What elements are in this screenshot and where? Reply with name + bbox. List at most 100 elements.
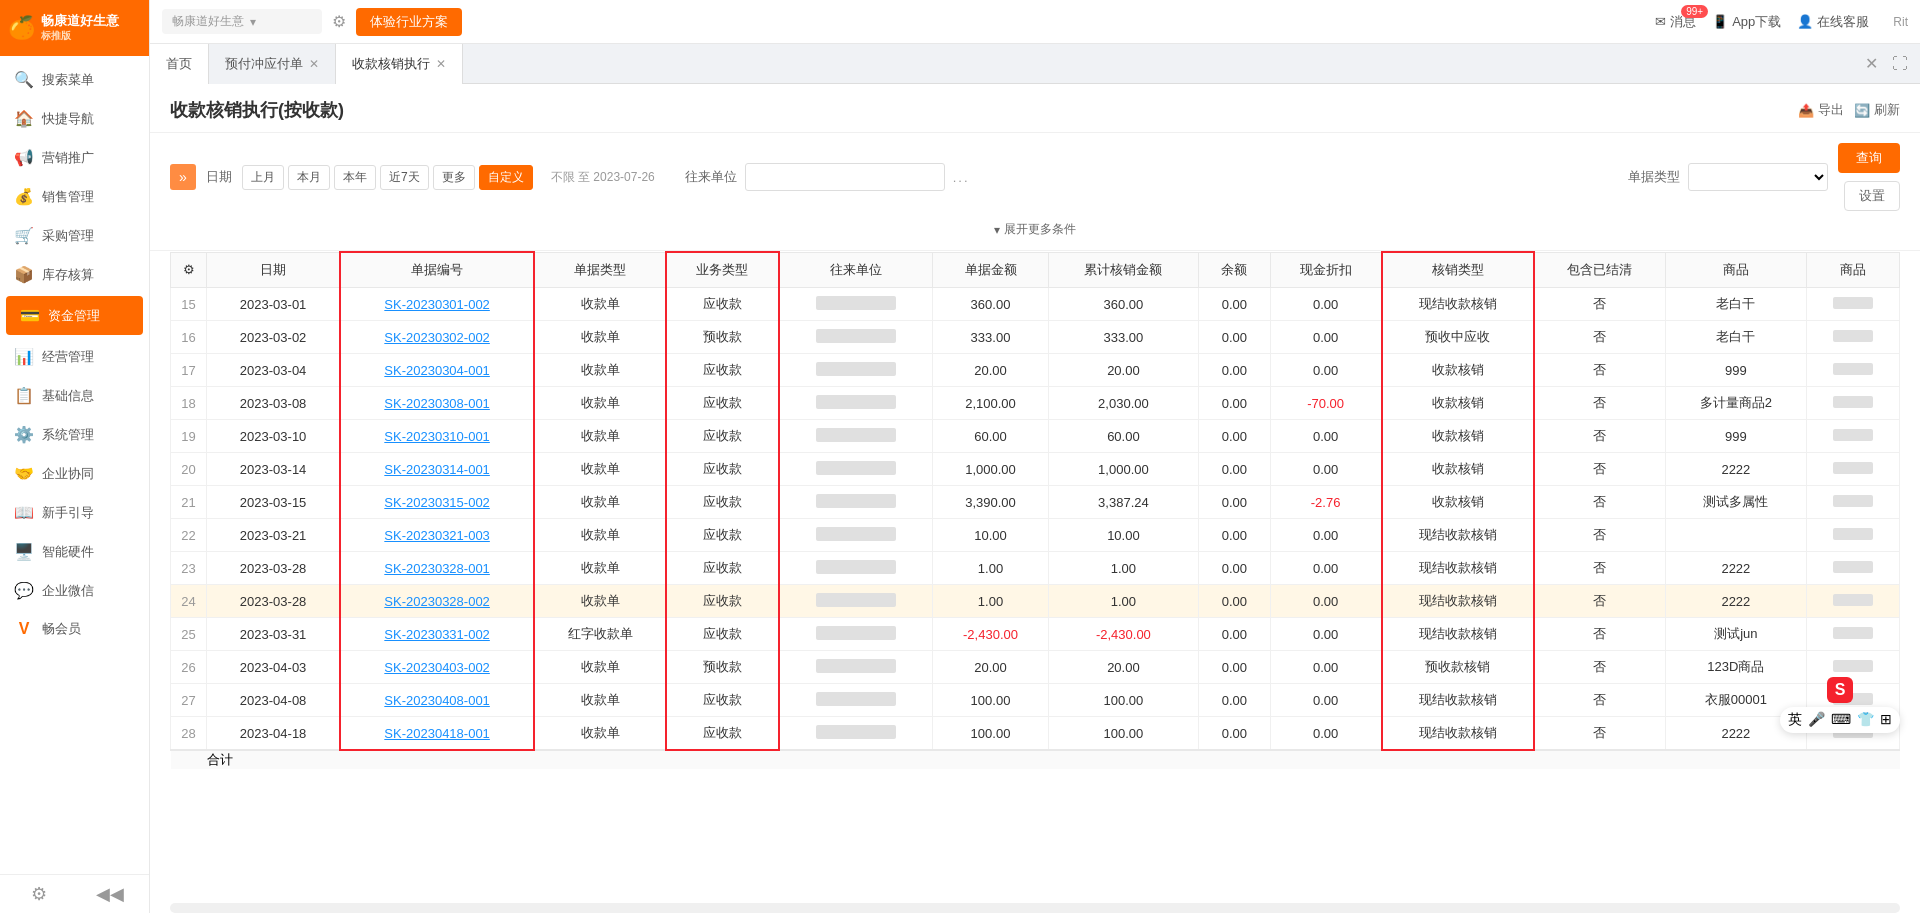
app-download-button[interactable]: 📱 App下载 — [1712, 13, 1781, 31]
shirt-icon[interactable]: 👕 — [1857, 711, 1874, 729]
sidebar-item-system[interactable]: ⚙️系统管理 — [0, 415, 149, 454]
col-amount: 单据金额 — [933, 252, 1048, 288]
cell-included: 否 — [1534, 486, 1665, 519]
custom-date-button[interactable]: 自定义 — [479, 165, 533, 190]
doc-no-link[interactable]: SK-20230331-002 — [384, 627, 490, 642]
sidebar-item-search[interactable]: 🔍搜索菜单 — [0, 60, 149, 99]
finance-icon: 💳 — [20, 306, 40, 325]
refresh-button[interactable]: 🔄 刷新 — [1854, 101, 1900, 119]
sidebar-logo-sub: 标推版 — [41, 29, 119, 43]
mic-icon[interactable]: 🎤 — [1808, 711, 1825, 729]
sidebar-item-inventory[interactable]: 📦库存核算 — [0, 255, 149, 294]
sales-icon: 💰 — [14, 187, 34, 206]
cell-product1: 999 — [1665, 420, 1807, 453]
sidebar-item-guide[interactable]: 📖新手引导 — [0, 493, 149, 532]
doc-no-link[interactable]: SK-20230310-001 — [384, 429, 490, 444]
s-badge[interactable]: S — [1827, 677, 1854, 703]
input-icon-ying[interactable]: 英 — [1788, 711, 1802, 729]
doc-no-link[interactable]: SK-20230321-003 — [384, 528, 490, 543]
cell-accum-verify: 100.00 — [1048, 684, 1198, 717]
query-button[interactable]: 查询 — [1838, 143, 1900, 173]
message-button[interactable]: ✉ 消息 99+ — [1655, 13, 1696, 31]
sidebar-item-base[interactable]: 📋基础信息 — [0, 376, 149, 415]
gear-icon[interactable]: ⚙ — [332, 12, 346, 31]
cell-biz-type: 预收款 — [666, 651, 778, 684]
filter-expand-button[interactable]: » — [170, 164, 196, 190]
operation-icon: 📊 — [14, 347, 34, 366]
doc-no-link[interactable]: SK-20230304-001 — [384, 363, 490, 378]
this-year-button[interactable]: 本年 — [334, 165, 376, 190]
doc-no-link[interactable]: SK-20230403-002 — [384, 660, 490, 675]
cell-biz-type: 应收款 — [666, 453, 778, 486]
sidebar-item-finance[interactable]: 💳资金管理 — [6, 296, 143, 335]
doc-no-link[interactable]: SK-20230314-001 — [384, 462, 490, 477]
service-label: 在线客服 — [1817, 13, 1869, 31]
table-row: 18 2023-03-08 SK-20230308-001 收款单 应收款 2,… — [171, 387, 1900, 420]
partner-dots[interactable]: ... — [953, 170, 970, 185]
doc-no-link[interactable]: SK-20230302-002 — [384, 330, 490, 345]
cell-balance: 0.00 — [1199, 354, 1270, 387]
tab-collection-verify-label: 收款核销执行 — [352, 55, 430, 73]
tab-collection-verify[interactable]: 收款核销执行 ✕ — [336, 44, 463, 84]
sidebar-item-purchase[interactable]: 🛒采购管理 — [0, 216, 149, 255]
doc-no-link[interactable]: SK-20230328-001 — [384, 561, 490, 576]
cell-doc-type: 收款单 — [534, 651, 666, 684]
solution-button[interactable]: 体验行业方案 — [356, 8, 462, 36]
table-row: 16 2023-03-02 SK-20230302-002 收款单 预收款 33… — [171, 321, 1900, 354]
tab-home[interactable]: 首页 — [150, 44, 209, 84]
sidebar-item-wechat[interactable]: 💬企业微信 — [0, 571, 149, 610]
doc-type-select[interactable] — [1688, 163, 1828, 191]
main-table: ⚙ 日期 单据编号 单据类型 业务类型 往来单位 单据金额 累计核销金额 余额 … — [170, 251, 1900, 769]
sidebar-menu: 🔍搜索菜单 🏠快捷导航 📢营销推广 💰销售管理 🛒采购管理 📦库存核算 💳资金管… — [0, 56, 149, 874]
sidebar-item-marketing[interactable]: 📢营销推广 — [0, 138, 149, 177]
settings-button[interactable]: 设置 — [1844, 181, 1900, 211]
table-row: 21 2023-03-15 SK-20230315-002 收款单 应收款 3,… — [171, 486, 1900, 519]
cell-biz-type: 应收款 — [666, 486, 778, 519]
grid-icon[interactable]: ⊞ — [1880, 711, 1892, 729]
doc-no-link[interactable]: SK-20230418-001 — [384, 726, 490, 741]
keyboard-icon[interactable]: ⌨ — [1831, 711, 1851, 729]
cell-date: 2023-03-01 — [207, 288, 341, 321]
export-button[interactable]: 📤 导出 — [1798, 101, 1844, 119]
sidebar-item-label: 快捷导航 — [42, 110, 94, 128]
sidebar-item-quicknav[interactable]: 🏠快捷导航 — [0, 99, 149, 138]
last-7-days-button[interactable]: 近7天 — [380, 165, 429, 190]
cell-cash-disc: 0.00 — [1270, 321, 1382, 354]
sidebar-collapse-btn[interactable]: ◀◀ — [79, 883, 142, 905]
sidebar-item-member[interactable]: V畅会员 — [0, 610, 149, 648]
tab-collection-verify-close[interactable]: ✕ — [436, 57, 446, 71]
more-date-button[interactable]: 更多 — [433, 165, 475, 190]
doc-no-link[interactable]: SK-20230308-001 — [384, 396, 490, 411]
last-month-button[interactable]: 上月 — [242, 165, 284, 190]
table-scrollbar[interactable] — [170, 903, 1900, 913]
tab-expand-icon[interactable]: ⛶ — [1888, 51, 1912, 77]
table-footer-row: 合计 — [171, 750, 1900, 769]
doc-no-link[interactable]: SK-20230328-002 — [384, 594, 490, 609]
cell-num: 15 — [171, 288, 207, 321]
tab-pre-apply-close[interactable]: ✕ — [309, 57, 319, 71]
col-settings[interactable]: ⚙ — [171, 252, 207, 288]
sidebar-item-sales[interactable]: 💰销售管理 — [0, 177, 149, 216]
sidebar-settings-btn[interactable]: ⚙ — [8, 883, 71, 905]
sidebar-item-company[interactable]: 🤝企业协同 — [0, 454, 149, 493]
doc-no-link[interactable]: SK-20230301-002 — [384, 297, 490, 312]
topbar-workspace[interactable]: 畅康道好生意 ▾ — [162, 9, 322, 34]
cell-amount: 10.00 — [933, 519, 1048, 552]
doc-type-filter-label: 单据类型 — [1628, 168, 1680, 186]
tab-close-all-icon[interactable]: ✕ — [1861, 50, 1882, 77]
cell-num: 23 — [171, 552, 207, 585]
sidebar-item-operation[interactable]: 📊经营管理 — [0, 337, 149, 376]
table-row: 24 2023-03-28 SK-20230328-002 收款单 应收款 1.… — [171, 585, 1900, 618]
col-verify-type: 核销类型 — [1382, 252, 1534, 288]
expand-more-button[interactable]: ▾ 展开更多条件 — [994, 221, 1076, 238]
partner-input[interactable] — [745, 163, 945, 191]
cell-date: 2023-03-28 — [207, 552, 341, 585]
sidebar-item-hardware[interactable]: 🖥️智能硬件 — [0, 532, 149, 571]
doc-no-link[interactable]: SK-20230408-001 — [384, 693, 490, 708]
online-service-button[interactable]: 👤 在线客服 — [1797, 13, 1869, 31]
this-month-button[interactable]: 本月 — [288, 165, 330, 190]
tab-pre-apply[interactable]: 预付冲应付单 ✕ — [209, 44, 336, 84]
cell-biz-type: 应收款 — [666, 717, 778, 751]
sidebar-item-label: 库存核算 — [42, 266, 94, 284]
doc-no-link[interactable]: SK-20230315-002 — [384, 495, 490, 510]
